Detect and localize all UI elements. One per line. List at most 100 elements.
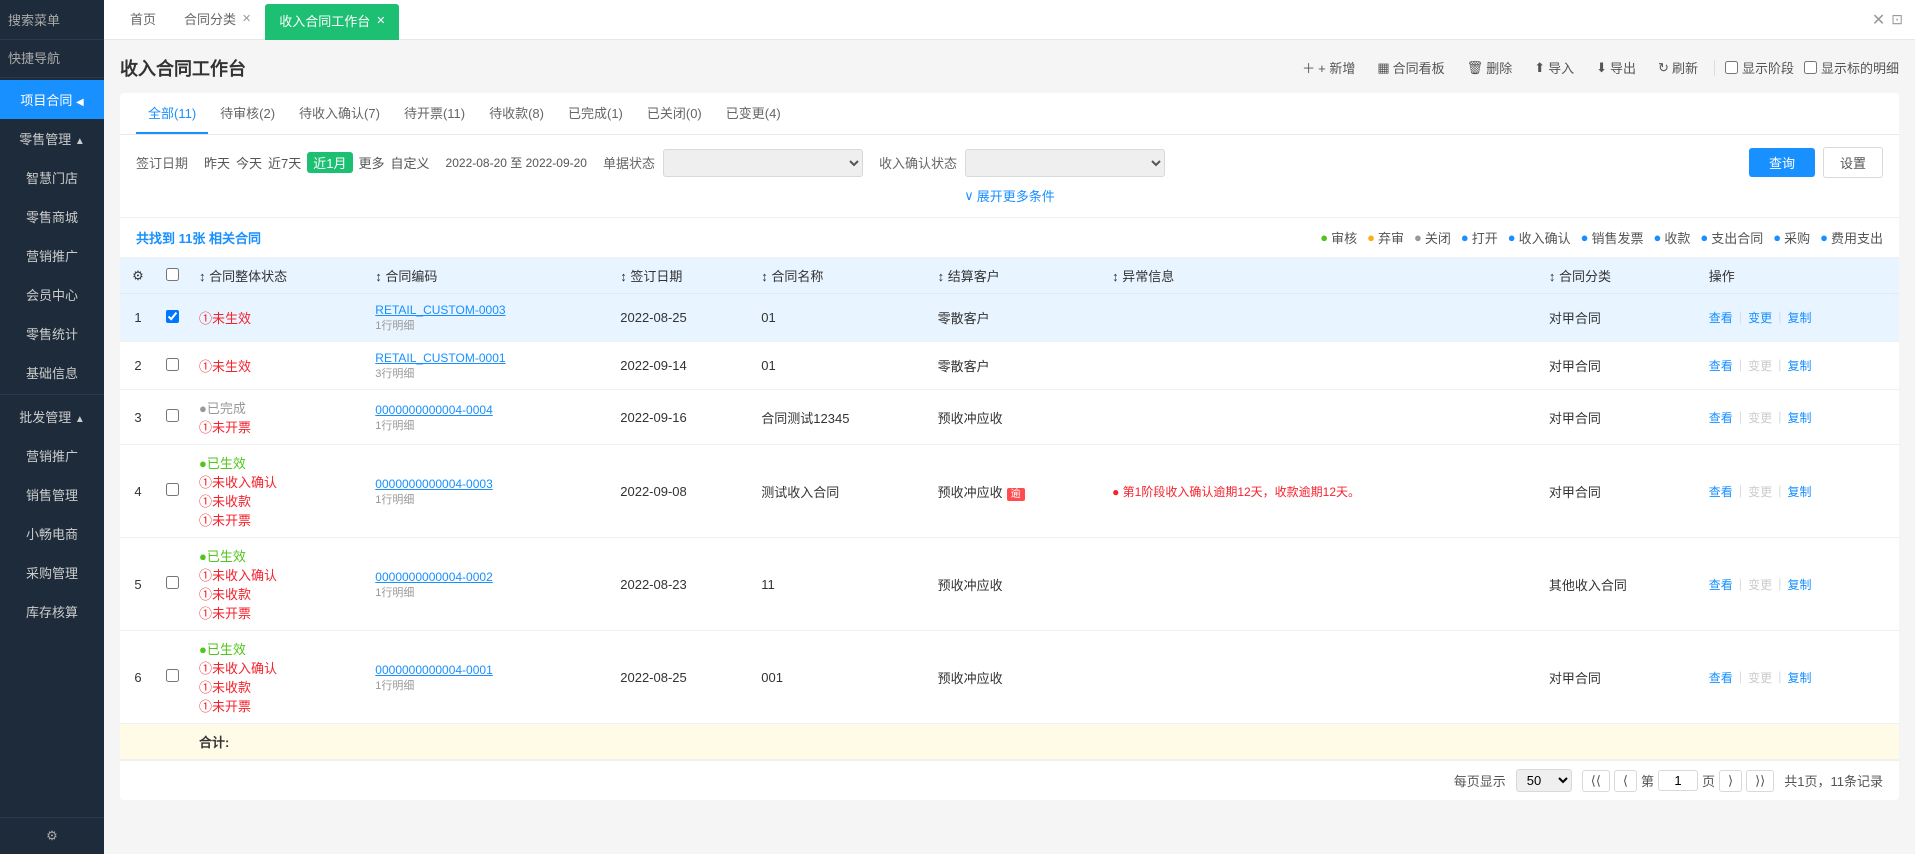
view-link[interactable]: 查看 xyxy=(1709,483,1733,500)
view-link[interactable]: 查看 xyxy=(1709,669,1733,686)
contract-code-link[interactable]: RETAIL_CUSTOM-0003 xyxy=(375,303,505,317)
sidebar-item-retail-mgmt[interactable]: 零售管理 ▲ xyxy=(0,119,104,158)
date-btn-yesterday[interactable]: 昨天 xyxy=(204,153,230,172)
copy-link[interactable]: 复制 xyxy=(1788,357,1812,374)
contract-code-link[interactable]: 0000000000004-0001 xyxy=(375,663,492,677)
import-button[interactable]: ⬆ 导入 xyxy=(1528,54,1580,81)
copy-link[interactable]: 复制 xyxy=(1788,483,1812,500)
income-confirm-button[interactable]: ● 收入确认 xyxy=(1508,228,1571,247)
view-link[interactable]: 查看 xyxy=(1709,409,1733,426)
row-checkbox[interactable] xyxy=(166,669,179,682)
date-btn-1month[interactable]: 近1月 xyxy=(307,152,352,173)
sidebar-item-marketing[interactable]: 营销推广 xyxy=(0,236,104,275)
edit-link[interactable]: 变更 xyxy=(1748,357,1772,374)
date-btn-today[interactable]: 今天 xyxy=(236,153,262,172)
cell-checkbox[interactable] xyxy=(156,445,189,538)
row-checkbox[interactable] xyxy=(166,483,179,496)
tab-contract-cat[interactable]: 合同分类 ✕ xyxy=(170,0,265,40)
tab-close-contract-cat[interactable]: ✕ xyxy=(242,12,251,25)
sidebar-search[interactable]: 搜索菜单 xyxy=(0,0,104,40)
sidebar-item-basic-info[interactable]: 基础信息 xyxy=(0,353,104,392)
expense-out-button[interactable]: ● 费用支出 xyxy=(1820,228,1883,247)
copy-link[interactable]: 复制 xyxy=(1788,409,1812,426)
show-stages-checkbox[interactable]: 显示阶段 xyxy=(1725,58,1794,77)
edit-link[interactable]: 变更 xyxy=(1748,483,1772,500)
filter-tab-closed[interactable]: 已关闭(0) xyxy=(635,93,714,134)
filter-tab-completed[interactable]: 已完成(1) xyxy=(556,93,635,134)
row-checkbox[interactable] xyxy=(166,310,179,323)
export-button[interactable]: ⬇ 导出 xyxy=(1590,54,1642,81)
open-button[interactable]: ● 打开 xyxy=(1461,228,1498,247)
abandon-button[interactable]: ● 弃审 xyxy=(1367,228,1404,247)
add-button[interactable]: ＋ + 新增 xyxy=(1296,54,1361,81)
purchase-button[interactable]: ● 采购 xyxy=(1773,228,1810,247)
select-all-checkbox[interactable] xyxy=(166,268,179,281)
edit-link[interactable]: 变更 xyxy=(1748,669,1772,686)
sidebar-item-retail-stats[interactable]: 零售统计 xyxy=(0,314,104,353)
row-checkbox[interactable] xyxy=(166,576,179,589)
sidebar-item-smart-store[interactable]: 智慧门店 xyxy=(0,158,104,197)
date-btn-custom[interactable]: 自定义 xyxy=(391,153,430,172)
payment-button[interactable]: ● 收款 xyxy=(1654,228,1691,247)
filter-tab-changed[interactable]: 已变更(4) xyxy=(714,93,793,134)
doc-status-select[interactable] xyxy=(663,149,863,177)
close-button[interactable]: ● 关闭 xyxy=(1414,228,1451,247)
prev-page-button[interactable]: ⟨ xyxy=(1614,770,1637,792)
cell-checkbox[interactable] xyxy=(156,342,189,390)
show-stages-input[interactable] xyxy=(1725,61,1738,74)
sidebar-item-member[interactable]: 会员中心 xyxy=(0,275,104,314)
contract-code-link[interactable]: 0000000000004-0004 xyxy=(375,403,492,417)
sidebar-quick-nav[interactable]: 快捷导航 xyxy=(0,40,104,75)
sidebar-item-sales-mgmt[interactable]: 销售管理 xyxy=(0,475,104,514)
copy-link[interactable]: 复制 xyxy=(1788,576,1812,593)
settings-icon[interactable]: ⚙ xyxy=(132,268,144,283)
copy-link[interactable]: 复制 xyxy=(1788,669,1812,686)
filter-tab-pending-payment[interactable]: 待收款(8) xyxy=(477,93,556,134)
page-size-select[interactable]: 50 100 200 xyxy=(1516,769,1572,792)
contract-code-link[interactable]: 0000000000004-0003 xyxy=(375,477,492,491)
filter-tab-pending-review[interactable]: 待审核(2) xyxy=(208,93,287,134)
date-btn-more[interactable]: 更多 xyxy=(359,153,385,172)
date-btn-7days[interactable]: 近7天 xyxy=(268,153,301,172)
sidebar-item-purchase[interactable]: 采购管理 xyxy=(0,553,104,592)
expand-btn[interactable]: ∨ 展开更多条件 xyxy=(964,186,1055,205)
tab-income-contract[interactable]: 收入合同工作台 ✕ xyxy=(265,4,399,40)
sidebar-item-retail-mall[interactable]: 零售商城 xyxy=(0,197,104,236)
sidebar-settings[interactable]: ⚙ xyxy=(0,817,104,854)
filter-tab-all[interactable]: 全部(11) xyxy=(136,93,208,134)
sidebar-item-ecommerce[interactable]: 小畅电商 xyxy=(0,514,104,553)
income-confirm-select[interactable] xyxy=(965,149,1165,177)
col-settings[interactable]: ⚙ xyxy=(120,258,156,294)
view-link[interactable]: 查看 xyxy=(1709,576,1733,593)
contract-code-link[interactable]: RETAIL_CUSTOM-0001 xyxy=(375,351,505,365)
window-close-icon[interactable]: ✕ xyxy=(1872,10,1885,30)
edit-link[interactable]: 变更 xyxy=(1748,576,1772,593)
edit-link[interactable]: 变更 xyxy=(1748,409,1772,426)
tab-home[interactable]: 首页 xyxy=(116,0,170,40)
cell-checkbox[interactable] xyxy=(156,631,189,724)
cell-checkbox[interactable] xyxy=(156,390,189,445)
col-checkbox-header[interactable] xyxy=(156,258,189,294)
filter-tab-pending-income[interactable]: 待收入确认(7) xyxy=(287,93,392,134)
review-button[interactable]: ● 审核 xyxy=(1320,228,1357,247)
sidebar-item-marketing2[interactable]: 营销推广 xyxy=(0,436,104,475)
sidebar-item-project[interactable]: 项目合同 ◀ xyxy=(0,80,104,119)
cell-checkbox[interactable] xyxy=(156,538,189,631)
row-checkbox[interactable] xyxy=(166,409,179,422)
filter-tab-pending-invoice[interactable]: 待开票(11) xyxy=(392,93,477,134)
payout-contract-button[interactable]: ● 支出合同 xyxy=(1700,228,1763,247)
cell-checkbox[interactable] xyxy=(156,294,189,342)
view-link[interactable]: 查看 xyxy=(1709,357,1733,374)
next-page-button[interactable]: ⟩ xyxy=(1719,770,1742,792)
copy-link[interactable]: 复制 xyxy=(1788,309,1812,326)
refresh-button[interactable]: ↻ 刷新 xyxy=(1652,54,1704,81)
sales-invoice-button[interactable]: ● 销售发票 xyxy=(1581,228,1644,247)
tab-close-income-contract[interactable]: ✕ xyxy=(376,14,385,27)
row-checkbox[interactable] xyxy=(166,358,179,371)
first-page-button[interactable]: ⟨⟨ xyxy=(1582,770,1610,792)
view-link[interactable]: 查看 xyxy=(1709,309,1733,326)
query-button[interactable]: 查询 xyxy=(1749,148,1815,177)
sidebar-item-inventory[interactable]: 库存核算 xyxy=(0,592,104,631)
window-restore-icon[interactable]: ⊡ xyxy=(1891,11,1903,28)
kanban-button[interactable]: ▦ 合同看板 xyxy=(1371,54,1450,81)
